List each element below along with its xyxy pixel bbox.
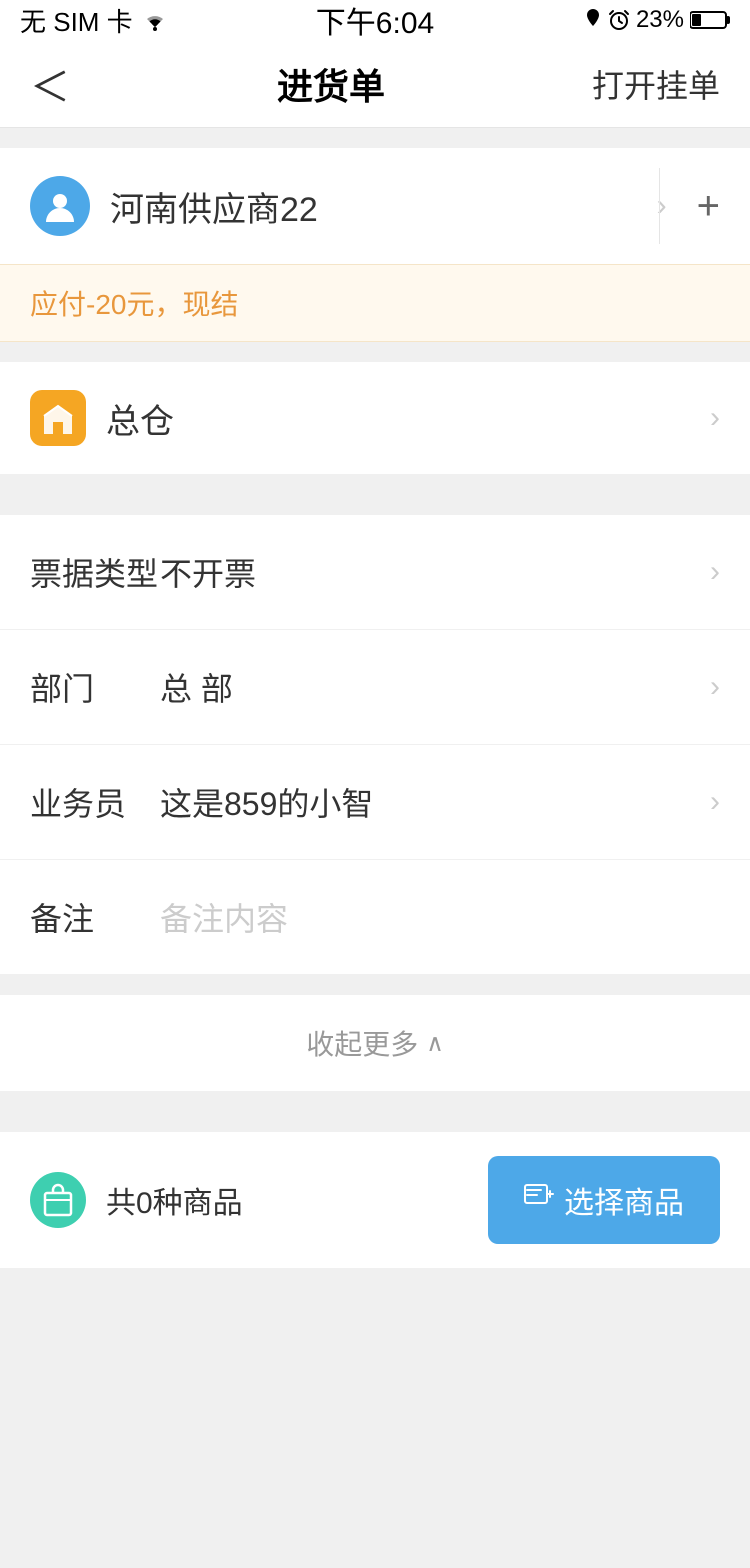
product-count-label: 共0种商品 [106, 1178, 488, 1222]
form-section: 票据类型 不开票 › 部门 总 部 › 业务员 这是859的小智 › 备注 备注… [0, 515, 750, 974]
supplier-name: 河南供应商22 [110, 182, 657, 231]
salesperson-arrow-icon: › [710, 785, 720, 819]
mid-divider1 [0, 342, 750, 362]
warehouse-name: 总仓 [106, 394, 710, 443]
status-bar: 无 SIM 卡 下午6:04 23% [0, 0, 750, 40]
product-icon-bg [30, 1172, 86, 1228]
page-title: 进货单 [277, 58, 385, 110]
status-right: 23% [584, 6, 730, 34]
mid-divider3 [0, 1091, 750, 1111]
status-left: 无 SIM 卡 [20, 2, 169, 39]
alarm-icon [608, 9, 630, 31]
open-pending-button[interactable]: 打开挂单 [592, 61, 720, 107]
warehouse-arrow-icon: › [710, 401, 720, 435]
warehouse-row[interactable]: 总仓 › [0, 362, 750, 475]
supplier-avatar [30, 176, 90, 236]
select-btn-label: 选择商品 [564, 1178, 684, 1222]
bottom-bar: 共0种商品 选择商品 [0, 1131, 750, 1268]
collapse-icon: ∧ [426, 1029, 444, 1058]
collapse-row[interactable]: 收起更多 ∧ [0, 994, 750, 1091]
info-text: 应付-20元，现结 [30, 289, 238, 320]
invoice-type-value: 不开票 [160, 549, 710, 595]
top-divider [0, 128, 750, 148]
page-background [0, 1268, 750, 1568]
salesperson-value: 这是859的小智 [160, 779, 710, 825]
department-arrow-icon: › [710, 670, 720, 704]
add-supplier-button[interactable]: + [697, 184, 720, 229]
warehouse-section: 总仓 › [0, 362, 750, 475]
nav-bar: ＜ 进货单 打开挂单 [0, 40, 750, 128]
remark-label: 备注 [30, 894, 160, 940]
department-label: 部门 [30, 664, 160, 710]
select-product-button[interactable]: 选择商品 [488, 1156, 720, 1244]
select-btn-icon [524, 1184, 554, 1217]
wifi-icon [141, 9, 169, 31]
status-time: 下午6:04 [316, 0, 434, 42]
remark-input[interactable]: 备注内容 [160, 894, 720, 940]
person-icon [42, 188, 78, 224]
department-value: 总 部 [160, 664, 710, 710]
battery-icon [690, 10, 730, 30]
shopping-bag-icon [41, 1183, 75, 1217]
location-icon [584, 9, 602, 31]
department-row[interactable]: 部门 总 部 › [0, 630, 750, 745]
salesperson-label: 业务员 [30, 779, 160, 825]
invoice-type-label: 票据类型 [30, 549, 160, 595]
supplier-divider [659, 168, 660, 244]
warehouse-icon [42, 402, 74, 434]
supplier-row[interactable]: 河南供应商22 › + [0, 148, 750, 264]
invoice-type-row[interactable]: 票据类型 不开票 › [0, 515, 750, 630]
back-button[interactable]: ＜ [30, 55, 70, 113]
warehouse-icon-bg [30, 390, 86, 446]
supplier-section: 河南供应商22 › + 应付-20元，现结 [0, 148, 750, 342]
info-banner: 应付-20元，现结 [0, 264, 750, 342]
carrier-label: 无 SIM 卡 [20, 2, 133, 39]
invoice-type-arrow-icon: › [710, 555, 720, 589]
battery-label: 23% [636, 6, 684, 34]
remark-row[interactable]: 备注 备注内容 [0, 860, 750, 974]
collapse-label: 收起更多 [306, 1023, 418, 1063]
mid-divider2 [0, 475, 750, 495]
salesperson-row[interactable]: 业务员 这是859的小智 › [0, 745, 750, 860]
